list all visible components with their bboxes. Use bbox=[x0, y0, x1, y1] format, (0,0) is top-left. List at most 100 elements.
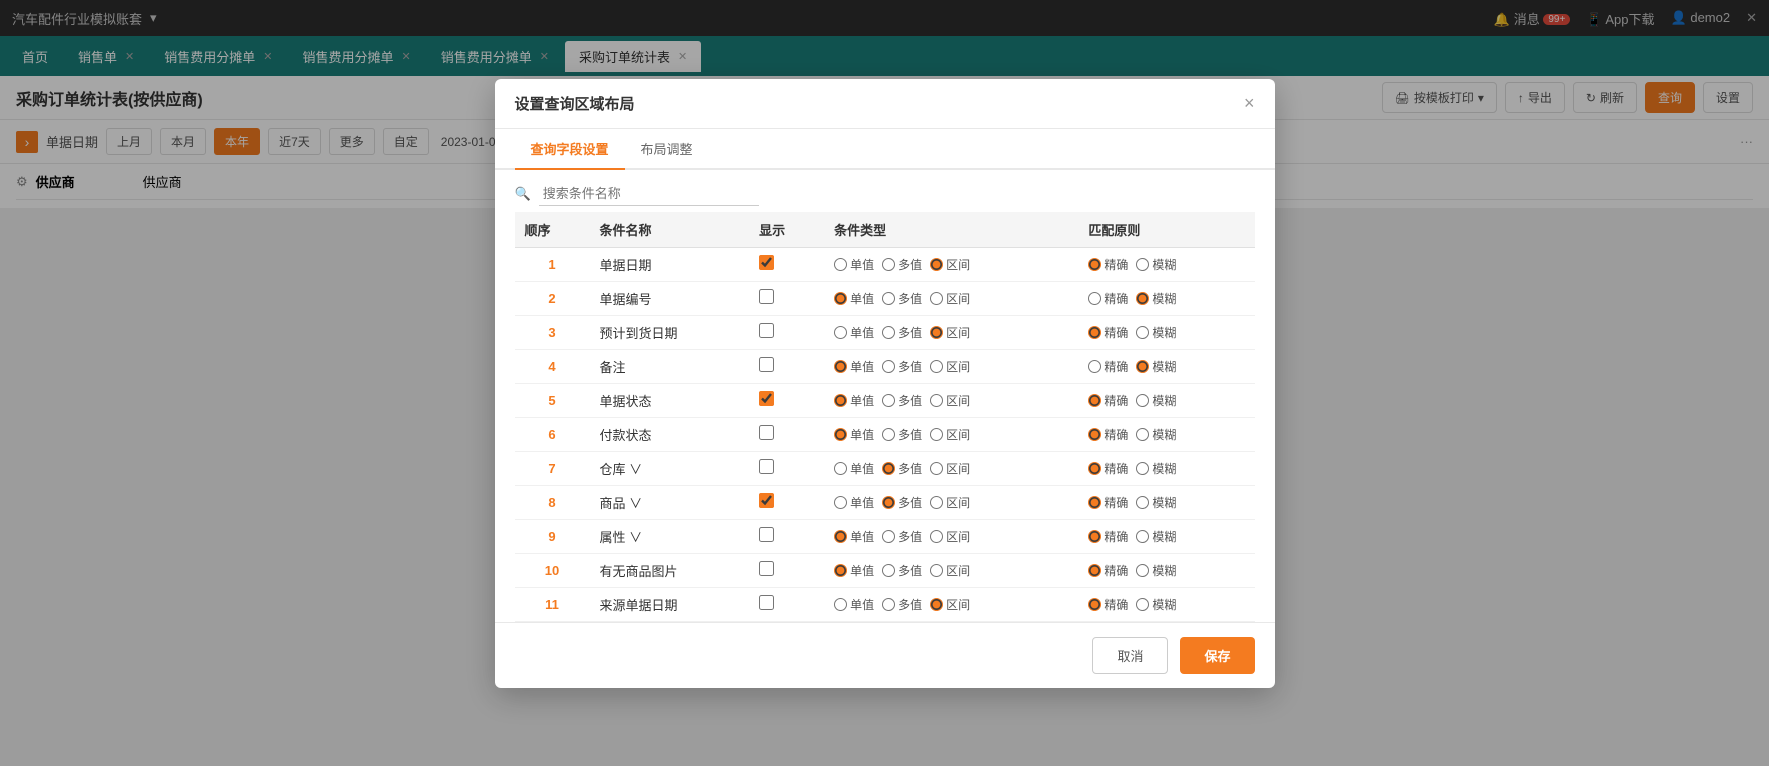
display-checkbox-3[interactable] bbox=[759, 323, 774, 338]
match-fuzzy-5[interactable]: 模糊 bbox=[1136, 392, 1176, 409]
type-range-9[interactable]: 区间 bbox=[930, 528, 970, 545]
display-checkbox-9[interactable] bbox=[759, 527, 774, 542]
row-name-1: 单据日期 bbox=[589, 247, 749, 281]
type-multi-10[interactable]: 多值 bbox=[882, 562, 922, 579]
type-multi-2[interactable]: 多值 bbox=[882, 290, 922, 307]
row-display-11[interactable] bbox=[749, 587, 824, 621]
type-multi-3[interactable]: 多值 bbox=[882, 324, 922, 341]
type-range-3[interactable]: 区间 bbox=[930, 324, 970, 341]
type-single-1[interactable]: 单值 bbox=[834, 256, 874, 273]
type-range-11[interactable]: 区间 bbox=[930, 596, 970, 613]
display-checkbox-1[interactable] bbox=[759, 255, 774, 270]
match-fuzzy-10[interactable]: 模糊 bbox=[1136, 562, 1176, 579]
table-row: 9属性 ∨单值多值区间精确模糊 bbox=[515, 519, 1255, 553]
match-fuzzy-9[interactable]: 模糊 bbox=[1136, 528, 1176, 545]
type-single-10[interactable]: 单值 bbox=[834, 562, 874, 579]
row-order-2: 2 bbox=[515, 281, 590, 315]
row-type-7: 单值多值区间 bbox=[824, 451, 1078, 485]
type-range-2[interactable]: 区间 bbox=[930, 290, 970, 307]
display-checkbox-11[interactable] bbox=[759, 595, 774, 610]
match-exact-10[interactable]: 精确 bbox=[1088, 562, 1128, 579]
match-fuzzy-6[interactable]: 模糊 bbox=[1136, 426, 1176, 443]
row-order-10: 10 bbox=[515, 553, 590, 587]
row-type-8: 单值多值区间 bbox=[824, 485, 1078, 519]
save-button[interactable]: 保存 bbox=[1180, 637, 1254, 674]
type-multi-9[interactable]: 多值 bbox=[882, 528, 922, 545]
type-multi-11[interactable]: 多值 bbox=[882, 596, 922, 613]
type-single-4[interactable]: 单值 bbox=[834, 358, 874, 375]
match-exact-1[interactable]: 精确 bbox=[1088, 256, 1128, 273]
match-exact-8[interactable]: 精确 bbox=[1088, 494, 1128, 511]
row-display-1[interactable] bbox=[749, 247, 824, 281]
type-single-11[interactable]: 单值 bbox=[834, 596, 874, 613]
match-exact-6[interactable]: 精确 bbox=[1088, 426, 1128, 443]
row-type-4: 单值多值区间 bbox=[824, 349, 1078, 383]
match-exact-4[interactable]: 精确 bbox=[1088, 358, 1128, 375]
row-display-3[interactable] bbox=[749, 315, 824, 349]
match-exact-3[interactable]: 精确 bbox=[1088, 324, 1128, 341]
row-match-7: 精确模糊 bbox=[1078, 451, 1254, 485]
row-order-1: 1 bbox=[515, 247, 590, 281]
type-single-3[interactable]: 单值 bbox=[834, 324, 874, 341]
row-display-6[interactable] bbox=[749, 417, 824, 451]
tab-layout-adjust[interactable]: 布局调整 bbox=[625, 129, 709, 170]
row-display-10[interactable] bbox=[749, 553, 824, 587]
match-fuzzy-11[interactable]: 模糊 bbox=[1136, 596, 1176, 613]
row-order-4: 4 bbox=[515, 349, 590, 383]
tab-query-fields[interactable]: 查询字段设置 bbox=[515, 129, 625, 170]
type-range-6[interactable]: 区间 bbox=[930, 426, 970, 443]
row-order-11: 11 bbox=[515, 587, 590, 621]
row-type-1: 单值多值区间 bbox=[824, 247, 1078, 281]
search-input[interactable] bbox=[539, 182, 759, 206]
type-single-5[interactable]: 单值 bbox=[834, 392, 874, 409]
display-checkbox-8[interactable] bbox=[759, 493, 774, 508]
display-checkbox-10[interactable] bbox=[759, 561, 774, 576]
match-fuzzy-2[interactable]: 模糊 bbox=[1136, 290, 1176, 307]
match-exact-7[interactable]: 精确 bbox=[1088, 460, 1128, 477]
type-range-1[interactable]: 区间 bbox=[930, 256, 970, 273]
display-checkbox-4[interactable] bbox=[759, 357, 774, 372]
row-display-9[interactable] bbox=[749, 519, 824, 553]
match-fuzzy-8[interactable]: 模糊 bbox=[1136, 494, 1176, 511]
display-checkbox-7[interactable] bbox=[759, 459, 774, 474]
display-checkbox-6[interactable] bbox=[759, 425, 774, 440]
type-single-9[interactable]: 单值 bbox=[834, 528, 874, 545]
type-range-5[interactable]: 区间 bbox=[930, 392, 970, 409]
type-multi-4[interactable]: 多值 bbox=[882, 358, 922, 375]
settings-modal: 设置查询区域布局 × 查询字段设置 布局调整 🔍 顺序 条件名称 显示 条件类型 bbox=[495, 79, 1275, 688]
modal-search-area: 🔍 bbox=[495, 170, 1275, 212]
type-range-4[interactable]: 区间 bbox=[930, 358, 970, 375]
row-display-8[interactable] bbox=[749, 485, 824, 519]
type-single-6[interactable]: 单值 bbox=[834, 426, 874, 443]
display-checkbox-2[interactable] bbox=[759, 289, 774, 304]
cancel-button[interactable]: 取消 bbox=[1092, 637, 1168, 674]
match-exact-5[interactable]: 精确 bbox=[1088, 392, 1128, 409]
type-multi-6[interactable]: 多值 bbox=[882, 426, 922, 443]
type-range-8[interactable]: 区间 bbox=[930, 494, 970, 511]
match-fuzzy-7[interactable]: 模糊 bbox=[1136, 460, 1176, 477]
type-single-8[interactable]: 单值 bbox=[834, 494, 874, 511]
match-fuzzy-1[interactable]: 模糊 bbox=[1136, 256, 1176, 273]
type-multi-8[interactable]: 多值 bbox=[882, 494, 922, 511]
table-row: 8商品 ∨单值多值区间精确模糊 bbox=[515, 485, 1255, 519]
match-fuzzy-4[interactable]: 模糊 bbox=[1136, 358, 1176, 375]
match-fuzzy-3[interactable]: 模糊 bbox=[1136, 324, 1176, 341]
row-display-2[interactable] bbox=[749, 281, 824, 315]
match-exact-2[interactable]: 精确 bbox=[1088, 290, 1128, 307]
col-match: 匹配原则 bbox=[1078, 212, 1254, 248]
row-display-5[interactable] bbox=[749, 383, 824, 417]
match-exact-11[interactable]: 精确 bbox=[1088, 596, 1128, 613]
match-exact-9[interactable]: 精确 bbox=[1088, 528, 1128, 545]
type-multi-7[interactable]: 多值 bbox=[882, 460, 922, 477]
type-range-10[interactable]: 区间 bbox=[930, 562, 970, 579]
type-range-7[interactable]: 区间 bbox=[930, 460, 970, 477]
row-display-4[interactable] bbox=[749, 349, 824, 383]
type-single-7[interactable]: 单值 bbox=[834, 460, 874, 477]
modal-close-btn[interactable]: × bbox=[1244, 94, 1255, 112]
type-multi-5[interactable]: 多值 bbox=[882, 392, 922, 409]
row-display-7[interactable] bbox=[749, 451, 824, 485]
type-multi-1[interactable]: 多值 bbox=[882, 256, 922, 273]
table-header-row: 顺序 条件名称 显示 条件类型 匹配原则 bbox=[515, 212, 1255, 248]
type-single-2[interactable]: 单值 bbox=[834, 290, 874, 307]
display-checkbox-5[interactable] bbox=[759, 391, 774, 406]
